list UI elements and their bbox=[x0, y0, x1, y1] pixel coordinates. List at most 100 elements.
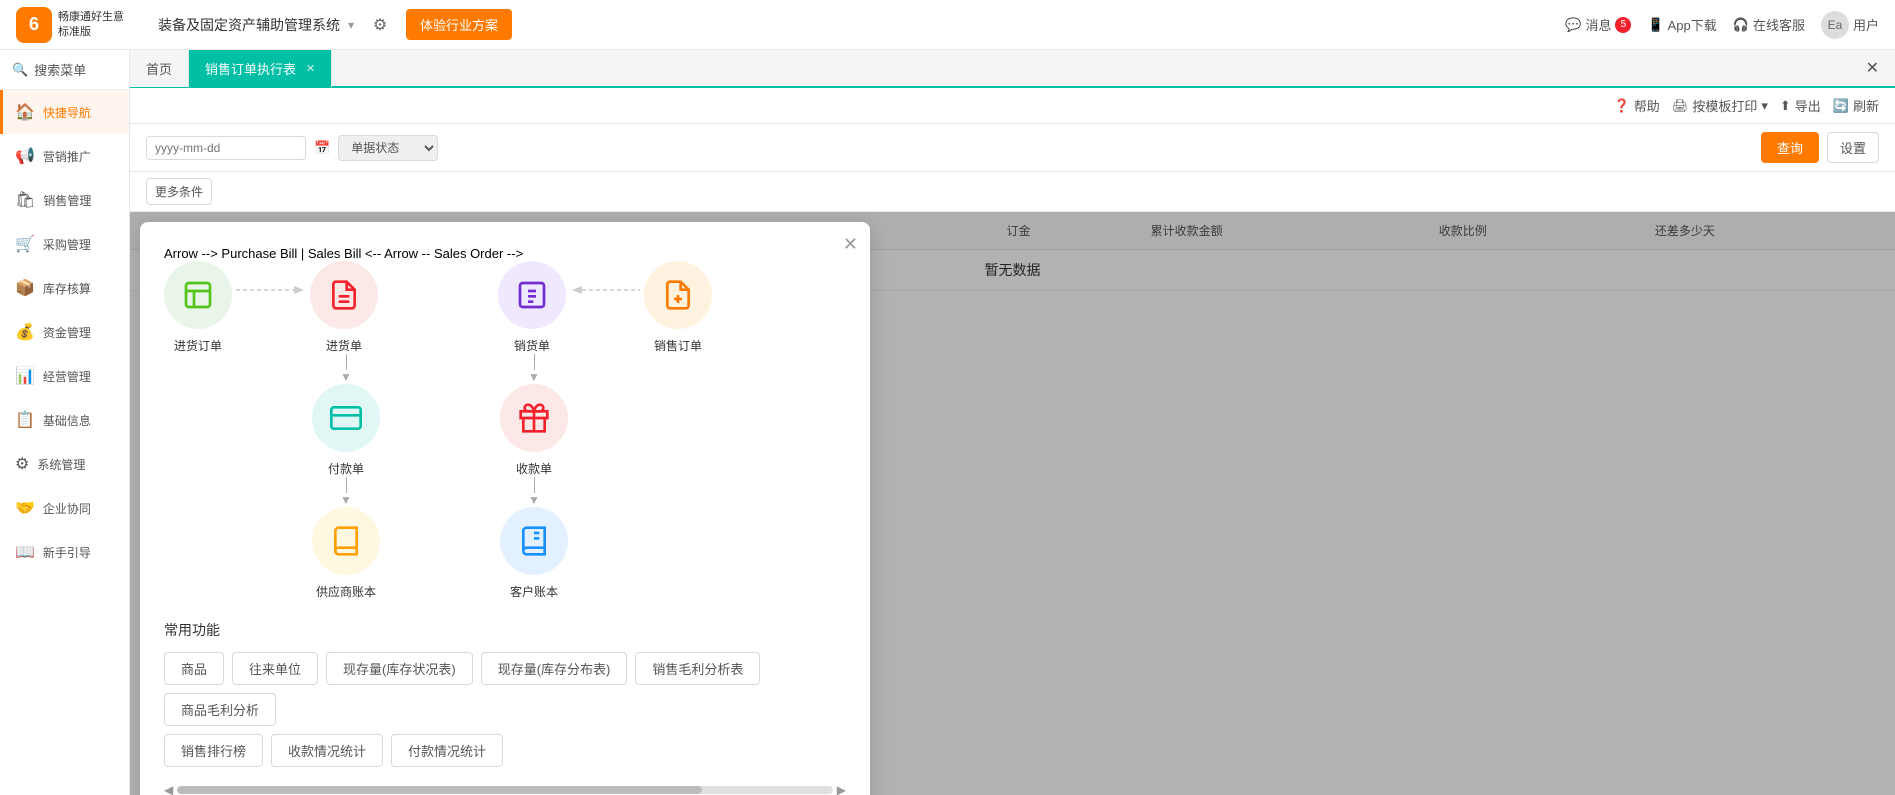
fn-btn-units[interactable]: 往来单位 bbox=[232, 652, 318, 685]
help-icon: ❓ bbox=[1614, 98, 1630, 114]
set-button[interactable]: 设置 bbox=[1827, 132, 1879, 163]
fn-btn-goods[interactable]: 商品 bbox=[164, 652, 224, 685]
avatar: Ea bbox=[1821, 11, 1849, 39]
arrow-h1 bbox=[232, 283, 310, 297]
tab-home[interactable]: 首页 bbox=[130, 50, 189, 87]
refresh-icon: 🔄 bbox=[1833, 98, 1849, 114]
basic-info-icon: 📋 bbox=[15, 410, 35, 430]
online-service-button[interactable]: 🎧 在线客服 bbox=[1733, 15, 1805, 34]
workflow-row2-arrows: ▼ ▼ bbox=[164, 354, 846, 384]
tab-bar-close-icon[interactable]: ✕ bbox=[1850, 50, 1895, 87]
fn-btn-sales-rank[interactable]: 销售排行榜 bbox=[164, 734, 263, 767]
operation-icon: 📊 bbox=[15, 366, 35, 386]
workflow-diagram: Arrow --> Purchase Bill | Sales Bill <--… bbox=[164, 246, 846, 600]
arrow-h2 bbox=[566, 283, 644, 297]
top-right-actions: 💬 消息 5 📱 App下载 🎧 在线客服 Ea 用户 bbox=[1565, 11, 1879, 39]
enterprise-icon: 🤝 bbox=[15, 498, 35, 518]
fn-btn-goods-gross[interactable]: 商品毛利分析 bbox=[164, 693, 276, 726]
popup-scrollbar: ◀ ▶ bbox=[164, 775, 846, 795]
workflow-row1: 进货订单 bbox=[164, 261, 846, 354]
help-button[interactable]: ❓ 帮助 bbox=[1614, 96, 1660, 115]
user-menu[interactable]: Ea 用户 bbox=[1821, 11, 1879, 39]
wf-supplier-ledger[interactable]: 供应商账本 bbox=[312, 507, 380, 600]
fn-btn-sales-gross[interactable]: 销售毛利分析表 bbox=[635, 652, 760, 685]
wf-receipt-bill[interactable]: 收款单 bbox=[500, 384, 568, 477]
sidebar-item-quick-nav[interactable]: 🏠 快捷导航 bbox=[0, 90, 129, 134]
search-button[interactable]: 查询 bbox=[1761, 132, 1819, 163]
tab-bar: 首页 销售订单执行表 ✕ ✕ bbox=[130, 50, 1895, 88]
more-conditions-bar: 更多条件 bbox=[130, 172, 1895, 212]
fn-buttons-row1: 商品 往来单位 现存量(库存状况表) 现存量(库存分布表) 销售毛利分析表 商品… bbox=[164, 652, 846, 726]
scroll-left-icon[interactable]: ◀ bbox=[164, 783, 173, 795]
sidebar-item-purchase[interactable]: 🛒 采购管理 bbox=[0, 222, 129, 266]
marketing-icon: 📢 bbox=[15, 146, 35, 166]
purchase-bill-icon bbox=[310, 261, 378, 329]
scroll-thumb bbox=[177, 786, 701, 794]
print-dropdown-icon: ▾ bbox=[1761, 98, 1768, 114]
date-input[interactable] bbox=[146, 136, 306, 160]
search-menu-button[interactable]: 🔍 搜索菜单 bbox=[0, 50, 129, 90]
logo-text: 畅康通好生意 标准版 bbox=[58, 10, 124, 39]
trial-button[interactable]: 体验行业方案 bbox=[406, 9, 512, 40]
sidebar-item-inventory[interactable]: 📦 库存核算 bbox=[0, 266, 129, 310]
purchase-order-icon bbox=[164, 261, 232, 329]
workflow-row4-arrows: ▼ ▼ bbox=[164, 477, 846, 507]
tab-close-icon[interactable]: ✕ bbox=[306, 62, 315, 75]
sidebar-item-newbie[interactable]: 📖 新手引导 bbox=[0, 530, 129, 574]
status-select[interactable]: 单据状态 bbox=[338, 135, 438, 161]
settings-icon[interactable]: ⚙ bbox=[366, 11, 394, 39]
logo-icon: 6 bbox=[16, 7, 52, 43]
sales-order-icon bbox=[644, 261, 712, 329]
content-inner: 品 商品 金额 预估毛利 预估毛利率 订金 累计收款金额 收款比例 还差多少天 bbox=[130, 212, 1895, 795]
system-title: 装备及固定资产辅助管理系统 ▾ bbox=[158, 15, 354, 35]
overlay: ✕ Arrow --> Purchase Bill | Sales Bill <… bbox=[130, 212, 1895, 795]
fn-btn-inventory-status[interactable]: 现存量(库存状况表) bbox=[326, 652, 473, 685]
toolbar-right: ❓ 帮助 🖨 按模板打印 ▾ ⬆ 导出 🔄 刷新 bbox=[1614, 96, 1879, 115]
message-icon: 💬 bbox=[1565, 17, 1581, 33]
refresh-button[interactable]: 🔄 刷新 bbox=[1833, 96, 1879, 115]
sidebar-item-operation[interactable]: 📊 经营管理 bbox=[0, 354, 129, 398]
wf-sales-order[interactable]: 销售订单 bbox=[644, 261, 712, 354]
sidebar-item-basic-info[interactable]: 📋 基础信息 bbox=[0, 398, 129, 442]
popup: ✕ Arrow --> Purchase Bill | Sales Bill <… bbox=[140, 222, 870, 795]
receipt-bill-icon bbox=[500, 384, 568, 452]
fn-btn-receipt-stat[interactable]: 收款情况统计 bbox=[271, 734, 383, 767]
export-icon: ⬆ bbox=[1780, 98, 1791, 114]
wf-customer-ledger[interactable]: 客户账本 bbox=[500, 507, 568, 600]
finance-icon: 💰 bbox=[15, 322, 35, 342]
sidebar-item-finance[interactable]: 💰 资金管理 bbox=[0, 310, 129, 354]
sidebar-item-sales[interactable]: 🛍 销售管理 bbox=[0, 178, 129, 222]
sidebar: 🔍 搜索菜单 🏠 快捷导航 📢 营销推广 🛍 销售管理 🛒 采购管理 📦 bbox=[0, 50, 130, 795]
message-badge: 5 bbox=[1615, 17, 1631, 33]
sidebar-item-system[interactable]: ⚙ 系统管理 bbox=[0, 442, 129, 486]
supplier-ledger-icon bbox=[312, 507, 380, 575]
sidebar-item-marketing[interactable]: 📢 营销推广 bbox=[0, 134, 129, 178]
popup-close-button[interactable]: ✕ bbox=[843, 234, 858, 255]
calendar-icon[interactable]: 📅 bbox=[314, 140, 330, 156]
app-download-button[interactable]: 📱 App下载 bbox=[1647, 15, 1716, 34]
scroll-track[interactable] bbox=[177, 786, 833, 794]
more-conditions-button[interactable]: 更多条件 bbox=[146, 178, 212, 205]
sidebar-item-enterprise[interactable]: 🤝 企业协同 bbox=[0, 486, 129, 530]
workflow-row5: 供应商账本 客户账本 bbox=[164, 507, 846, 600]
print-button[interactable]: 🖨 按模板打印 ▾ bbox=[1672, 96, 1768, 115]
dropdown-arrow-icon[interactable]: ▾ bbox=[348, 18, 354, 32]
inventory-icon: 📦 bbox=[15, 278, 35, 298]
common-functions: 常用功能 商品 往来单位 现存量(库存状况表) 现存量(库存分布表) 销售毛利分… bbox=[164, 620, 846, 767]
export-button[interactable]: ⬆ 导出 bbox=[1780, 96, 1821, 115]
wf-payment-bill[interactable]: 付款单 bbox=[312, 384, 380, 477]
system-title-text: 装备及固定资产辅助管理系统 bbox=[158, 15, 340, 35]
fn-btn-payment-stat[interactable]: 付款情况统计 bbox=[391, 734, 503, 767]
scroll-right-icon[interactable]: ▶ bbox=[837, 783, 846, 795]
wf-sales-bill[interactable]: 销货单 bbox=[498, 261, 566, 354]
tab-sales-order[interactable]: 销售订单执行表 ✕ bbox=[189, 50, 332, 87]
fn-btn-inventory-dist[interactable]: 现存量(库存分布表) bbox=[481, 652, 628, 685]
toolbar: ❓ 帮助 🖨 按模板打印 ▾ ⬆ 导出 🔄 刷新 bbox=[130, 88, 1895, 124]
customer-ledger-icon bbox=[500, 507, 568, 575]
wf-purchase-bill[interactable]: 进货单 bbox=[310, 261, 378, 354]
download-icon: 📱 bbox=[1647, 17, 1663, 33]
search-icon: 🔍 bbox=[12, 62, 28, 78]
wf-purchase-order[interactable]: 进货订单 bbox=[164, 261, 232, 354]
purchase-icon: 🛒 bbox=[15, 234, 35, 254]
message-button[interactable]: 💬 消息 5 bbox=[1565, 15, 1631, 34]
